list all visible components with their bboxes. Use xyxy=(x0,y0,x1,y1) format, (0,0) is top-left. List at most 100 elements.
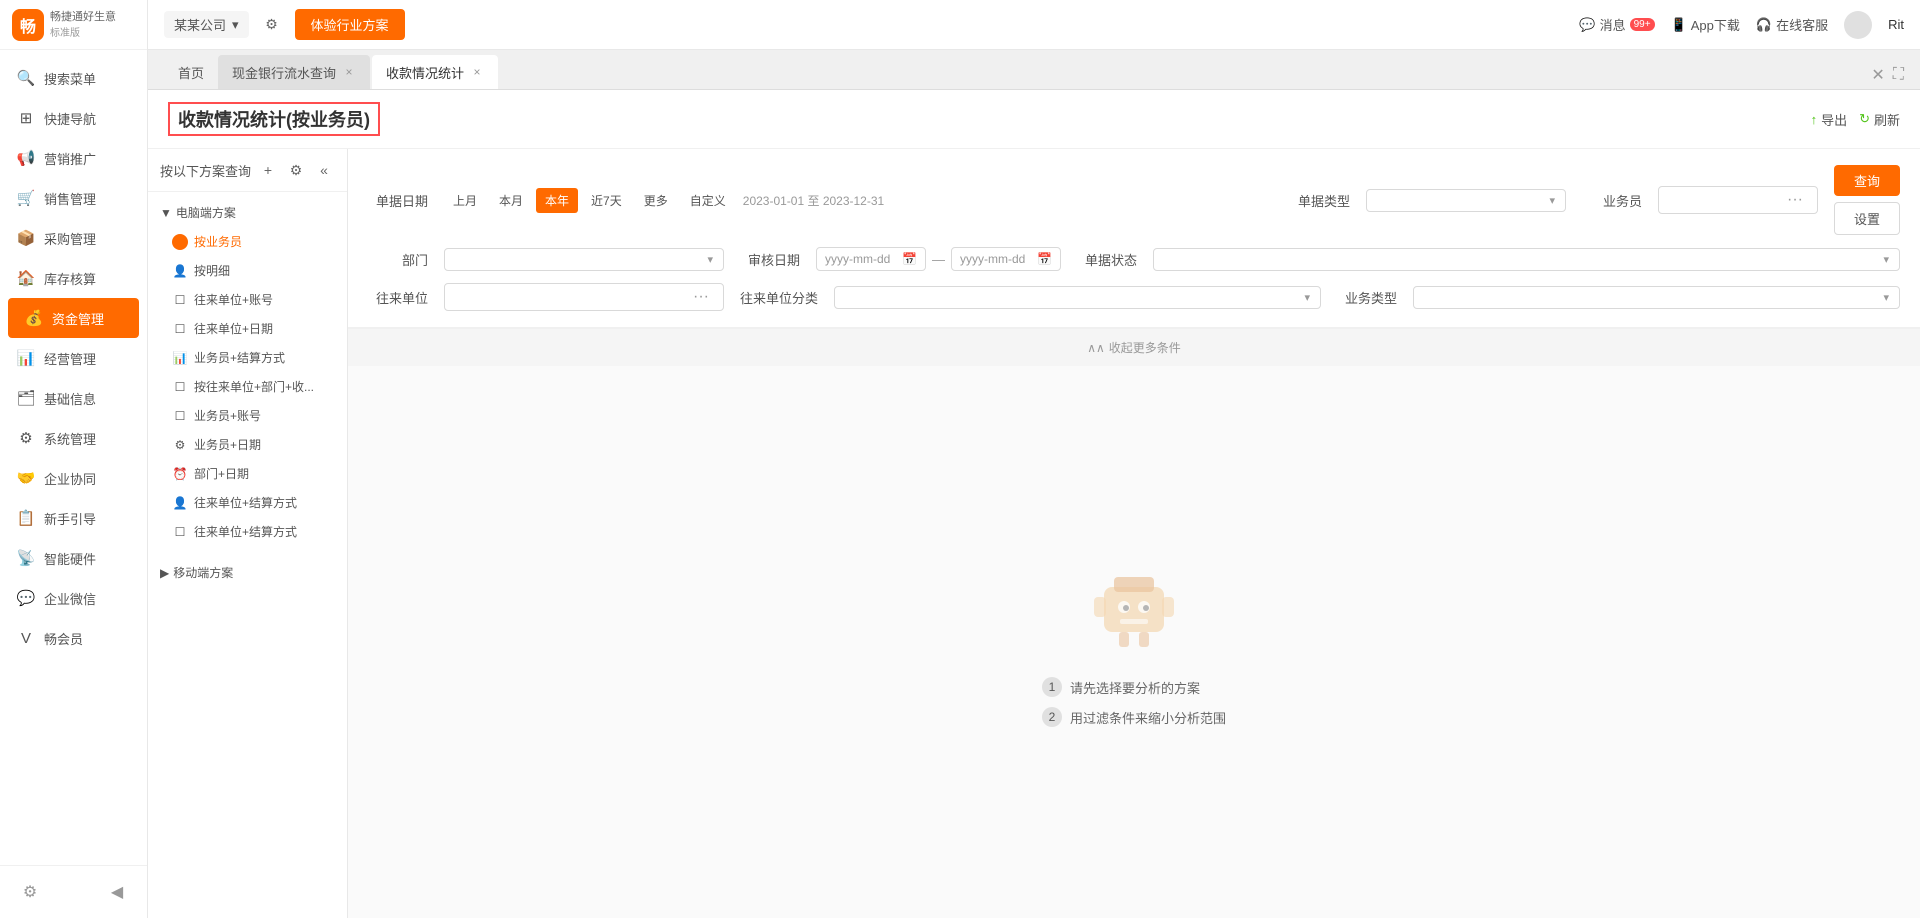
sidebar-logo: 畅 畅捷通好生意 标准版 xyxy=(0,0,147,50)
query-btn[interactable]: 查询 xyxy=(1834,165,1900,196)
scheme-item-by-partner-settlement[interactable]: 👤往来单位+结算方式 xyxy=(148,488,347,517)
by-partner-settlement2-icon: ☐ xyxy=(172,524,188,540)
tab-collection-close[interactable]: × xyxy=(470,65,484,79)
date-tabs: 上月 本月 本年 近7天 更多 自定义 xyxy=(444,188,735,213)
sidebar-item-system[interactable]: ⚙系统管理 xyxy=(0,418,147,458)
message-action[interactable]: 💬 消息 99+ xyxy=(1579,15,1654,34)
tab-bank-flow[interactable]: 现金银行流水查询 × xyxy=(218,55,370,89)
close-window-btn[interactable]: ✕ xyxy=(1871,65,1884,85)
settings-btn[interactable]: 设置 xyxy=(1834,202,1900,235)
tab-bank-flow-label: 现金银行流水查询 xyxy=(232,63,336,82)
sidebar-item-enterprise[interactable]: 🤝企业协同 xyxy=(0,458,147,498)
desktop-section-title[interactable]: ▼ 电脑端方案 xyxy=(148,198,347,227)
scheme-item-by-partner-dept-collection[interactable]: ☐按往来单位+部门+收... xyxy=(148,372,347,401)
scheme-item-by-salesman-account[interactable]: ☐业务员+账号 xyxy=(148,401,347,430)
sidebar-item-marketing[interactable]: 📢营销推广 xyxy=(0,138,147,178)
partner-label: 往来单位 xyxy=(368,288,428,307)
collapse-bar[interactable]: ∧∧ 收起更多条件 xyxy=(348,328,1920,366)
finance-icon: 💰 xyxy=(24,308,44,328)
page-header: 收款情况统计(按业务员) ↑ 导出 ↻ 刷新 xyxy=(148,90,1920,149)
tab-bank-flow-close[interactable]: × xyxy=(342,65,356,79)
export-btn[interactable]: ↑ 导出 xyxy=(1811,110,1848,129)
this-year-tab[interactable]: 本年 xyxy=(536,188,578,213)
scheme-item-by-partner-settlement2[interactable]: ☐往来单位+结算方式 xyxy=(148,517,347,546)
company-selector[interactable]: 某某公司 ▾ xyxy=(164,11,249,38)
last7-tab[interactable]: 近7天 xyxy=(582,188,631,213)
date-end-placeholder: yyyy-mm-dd xyxy=(960,252,1025,266)
wechat-icon: 💬 xyxy=(16,588,36,608)
by-detail-icon: 👤 xyxy=(172,263,188,279)
more-icon[interactable]: ··· xyxy=(1783,191,1807,209)
scheme-item-by-salesman-date[interactable]: ⚙业务员+日期 xyxy=(148,430,347,459)
scheme-item-by-partner-account[interactable]: ☐往来单位+账号 xyxy=(148,285,347,314)
doc-type-select[interactable]: ▾ xyxy=(1366,189,1566,212)
salesman-label: 业务员 xyxy=(1582,191,1642,210)
message-badge: 99+ xyxy=(1630,18,1655,31)
chevron-down-icon: ▼ xyxy=(160,206,172,220)
settings-icon[interactable]: ⚙ xyxy=(261,14,283,36)
review-date-start[interactable]: yyyy-mm-dd 📅 xyxy=(816,247,926,271)
more-tab[interactable]: 更多 xyxy=(635,188,677,213)
filter-row-2: 部门 ▾ 审核日期 yyyy-mm-dd 📅 — yyyy-mm-dd xyxy=(368,247,1900,271)
business-type-select[interactable]: ▾ xyxy=(1413,286,1900,309)
scheme-item-by-partner-date[interactable]: ☐往来单位+日期 xyxy=(148,314,347,343)
scheme-item-by-salesman-settlement[interactable]: 📊业务员+结算方式 xyxy=(148,343,347,372)
sidebar-item-search[interactable]: 🔍搜索菜单 xyxy=(0,58,147,98)
trial-btn[interactable]: 体验行业方案 xyxy=(295,9,405,40)
sidebar-item-label: 基础信息 xyxy=(44,389,96,408)
message-label: 消息 xyxy=(1600,15,1626,34)
sidebar-item-shortcut[interactable]: ⊞ 快捷导航 xyxy=(0,98,147,138)
by-dept-date-icon: ⏰ xyxy=(172,466,188,482)
user-avatar[interactable] xyxy=(1844,11,1872,39)
more-icon[interactable]: ··· xyxy=(689,288,713,306)
mobile-scheme-section: ▶ 移动端方案 xyxy=(148,552,347,593)
sidebar-item-label: 资金管理 xyxy=(52,309,104,328)
dept-select[interactable]: ▾ xyxy=(444,248,724,271)
sidebar-item-inventory[interactable]: 🏠库存核算 xyxy=(0,258,147,298)
date-label: 单据日期 xyxy=(368,191,428,210)
tip-text-2: 用过滤条件来缩小分析范围 xyxy=(1070,708,1226,727)
guide-icon: 📋 xyxy=(16,508,36,528)
this-month-tab[interactable]: 本月 xyxy=(490,188,532,213)
sidebar-item-wechat[interactable]: 💬企业微信 xyxy=(0,578,147,618)
sidebar-item-sales[interactable]: 🛒销售管理 xyxy=(0,178,147,218)
page-title: 收款情况统计(按业务员) xyxy=(168,102,380,136)
sidebar-item-member[interactable]: V畅会员 xyxy=(0,618,147,658)
refresh-btn[interactable]: ↻ 刷新 xyxy=(1859,110,1900,129)
sidebar-item-label: 快捷导航 xyxy=(44,109,96,128)
shortcut-icon: ⊞ xyxy=(16,108,36,128)
add-scheme-btn[interactable]: + xyxy=(257,159,279,181)
tab-collection[interactable]: 收款情况统计 × xyxy=(372,55,498,89)
desktop-scheme-section: ▼ 电脑端方案 按业务员👤按明细☐往来单位+账号☐往来单位+日期📊业务员+结算方… xyxy=(148,192,347,552)
salesman-select[interactable]: ··· xyxy=(1658,186,1818,214)
scheme-item-by-salesman[interactable]: 按业务员 xyxy=(148,227,347,256)
top-header: 某某公司 ▾ ⚙ 体验行业方案 💬 消息 99+ 📱 App下载 🎧 在线客服 … xyxy=(148,0,1920,50)
by-partner-date-icon: ☐ xyxy=(172,321,188,337)
scheme-collapse-btn[interactable]: « xyxy=(313,159,335,181)
empty-illustration xyxy=(1074,557,1194,657)
maximize-btn[interactable]: ⛶ xyxy=(1893,66,1904,84)
scheme-item-by-dept-date[interactable]: ⏰部门+日期 xyxy=(148,459,347,488)
app-download-action[interactable]: 📱 App下载 xyxy=(1671,15,1740,34)
scheme-settings-btn[interactable]: ⚙ xyxy=(285,159,307,181)
review-date-end[interactable]: yyyy-mm-dd 📅 xyxy=(951,247,1061,271)
settings-icon[interactable]: ⚙ xyxy=(16,878,44,906)
sidebar-item-operations[interactable]: 📊经营管理 xyxy=(0,338,147,378)
sidebar-item-purchase[interactable]: 📦采购管理 xyxy=(0,218,147,258)
partner-select[interactable]: ··· xyxy=(444,283,724,311)
sidebar-item-finance[interactable]: 💰 资金管理 xyxy=(8,298,139,338)
scheme-item-by-detail[interactable]: 👤按明细 xyxy=(148,256,347,285)
sidebar-item-hardware[interactable]: 📡智能硬件 xyxy=(0,538,147,578)
mobile-section-title[interactable]: ▶ 移动端方案 xyxy=(148,558,347,587)
sidebar-item-guide[interactable]: 📋新手引导 xyxy=(0,498,147,538)
online-service-action[interactable]: 🎧 在线客服 xyxy=(1756,15,1828,34)
collapse-icon[interactable]: ◀‌‌ xyxy=(103,878,131,906)
dept-label: 部门 xyxy=(368,250,428,269)
sidebar-item-basic[interactable]: 🗂基础信息 xyxy=(0,378,147,418)
dash: — xyxy=(932,252,945,267)
custom-tab[interactable]: 自定义 xyxy=(681,188,735,213)
partner-type-select[interactable]: ▾ xyxy=(834,286,1321,309)
tab-home[interactable]: 首页 xyxy=(164,55,218,89)
doc-status-select[interactable]: ▾ xyxy=(1153,248,1900,271)
last-month-tab[interactable]: 上月 xyxy=(444,188,486,213)
